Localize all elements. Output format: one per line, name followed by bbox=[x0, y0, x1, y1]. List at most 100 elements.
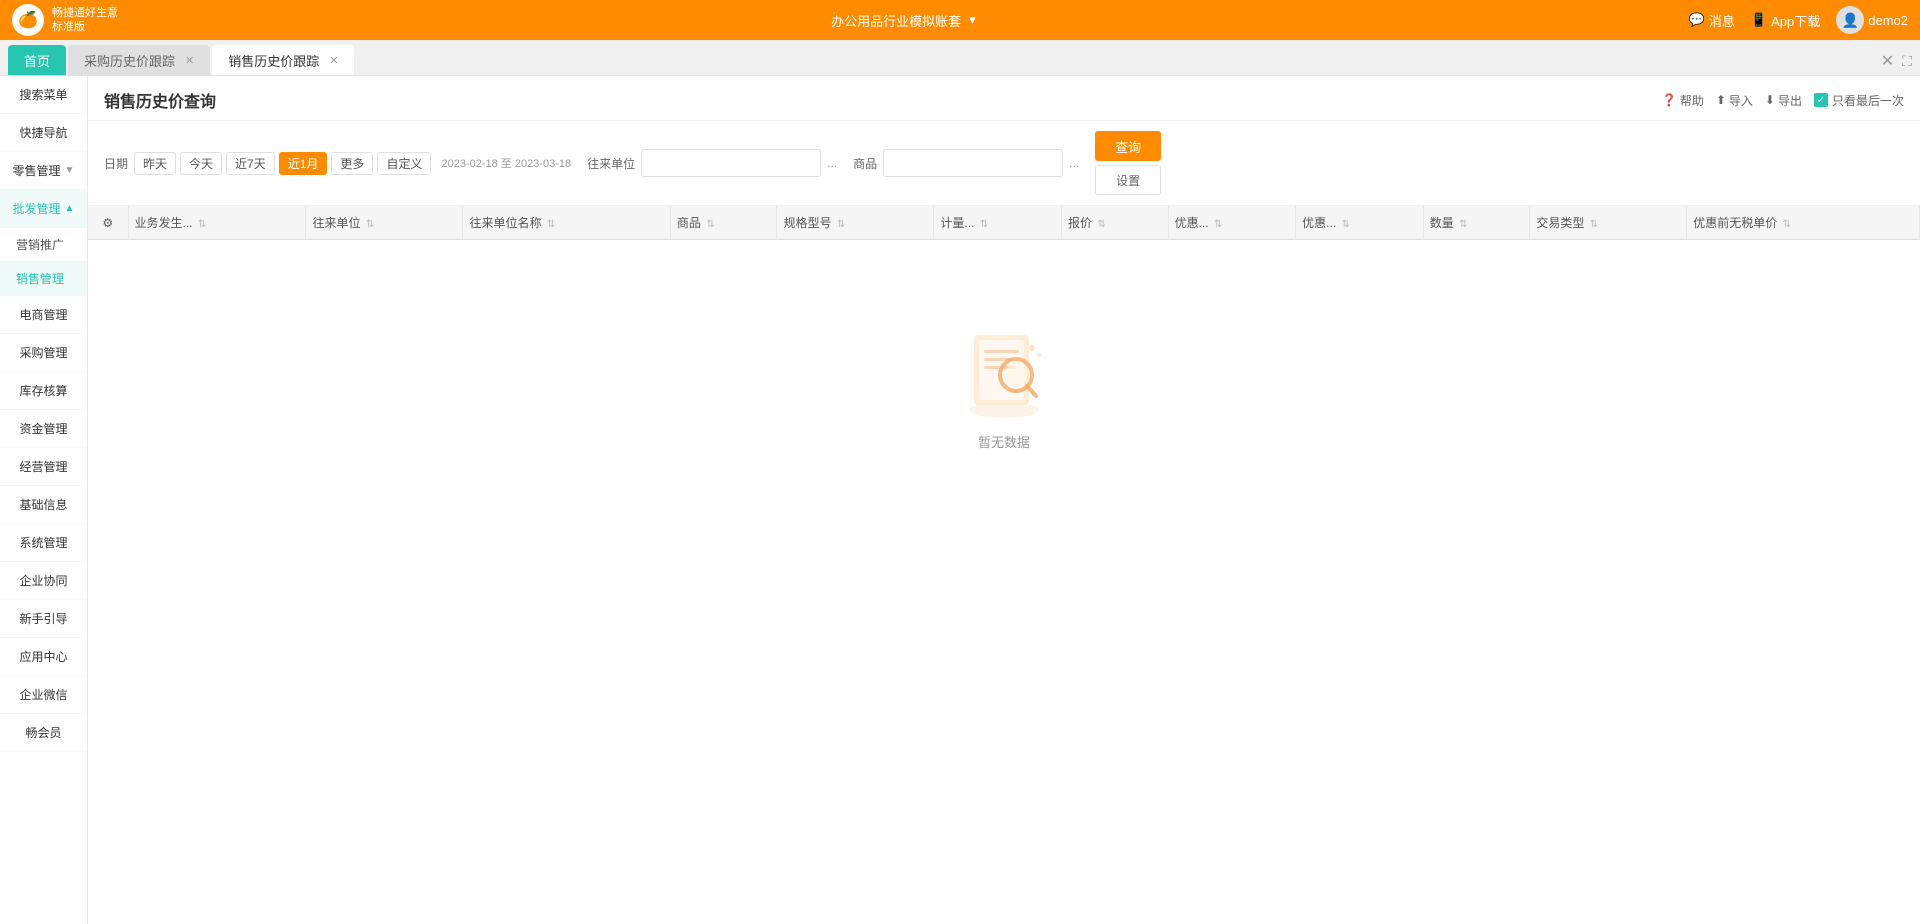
date-options: 昨天 今天 近7天 近1月 更多 自定义 bbox=[134, 152, 431, 175]
content-area: 销售历史价查询 ❓ 帮助 ⬆ 导入 ⬇ 导出 ✓ 只看最后一次 bbox=[88, 76, 1920, 924]
tab-sales-history[interactable]: 销售历史价跟踪 ✕ bbox=[212, 45, 354, 75]
message-icon: 💬 bbox=[1689, 12, 1705, 28]
sidebar-quick-nav-label: 快捷导航 bbox=[19, 124, 67, 141]
app-download-btn[interactable]: 📱 App下载 bbox=[1751, 11, 1820, 30]
empty-state: 暂无数据 bbox=[88, 240, 1920, 531]
chevron-up-icon: ▲ bbox=[65, 203, 75, 214]
settings-btn[interactable]: 设置 bbox=[1095, 165, 1161, 195]
empty-illustration bbox=[954, 320, 1054, 420]
col-partner-name[interactable]: 往来单位名称 ⇅ bbox=[463, 206, 670, 240]
sidebar-item-vip[interactable]: 畅会员 bbox=[0, 714, 87, 752]
sidebar-finance-label: 资金管理 bbox=[19, 420, 67, 437]
date-label: 日期 bbox=[104, 155, 128, 172]
col-quantity[interactable]: 数量 ⇅ bbox=[1423, 206, 1530, 240]
help-btn[interactable]: ❓ 帮助 bbox=[1662, 92, 1704, 109]
sidebar-item-enterprise-collab[interactable]: 企业协同 bbox=[0, 562, 87, 600]
tab-purchase-history-close[interactable]: ✕ bbox=[185, 54, 194, 67]
date-range-text: 2023-02-18 至 2023-03-18 bbox=[441, 155, 571, 171]
tab-purchase-history-label: 采购历史价跟踪 bbox=[84, 51, 175, 70]
sort-icon: ⇅ bbox=[980, 219, 988, 230]
col-discount2[interactable]: 优惠... ⇅ bbox=[1296, 206, 1424, 240]
import-btn[interactable]: ⬆ 导入 bbox=[1716, 92, 1753, 109]
maximize-btn[interactable]: ⛶ bbox=[1902, 53, 1912, 70]
sidebar-item-app-center[interactable]: 应用中心 bbox=[0, 638, 87, 676]
workspace-label[interactable]: 办公用品行业模拟账套 bbox=[831, 11, 961, 30]
partner-input[interactable] bbox=[641, 149, 821, 177]
col-spec[interactable]: 规格型号 ⇅ bbox=[777, 206, 934, 240]
sidebar-item-ecommerce[interactable]: 电商管理 bbox=[0, 296, 87, 334]
sidebar-sales-mgmt-label: 销售管理 bbox=[16, 272, 64, 286]
col-quoted-price[interactable]: 报价 ⇅ bbox=[1062, 206, 1169, 240]
sidebar-item-quick-nav[interactable]: 快捷导航 bbox=[0, 114, 87, 152]
table-header-row: ⚙ 业务发生... ⇅ 往来单位 ⇅ 往来单位名称 ⇅ bbox=[88, 206, 1920, 240]
page-title: 销售历史价查询 bbox=[104, 88, 216, 112]
date-btn-7days[interactable]: 近7天 bbox=[226, 152, 275, 175]
search-btn[interactable]: 查询 bbox=[1095, 131, 1161, 161]
sidebar-operation-label: 经营管理 bbox=[19, 458, 67, 475]
sidebar-item-sales-mgmt[interactable]: 销售管理 bbox=[0, 262, 87, 296]
tab-bar: 首页 采购历史价跟踪 ✕ 销售历史价跟踪 ✕ ✕ ⛶ bbox=[0, 40, 1920, 76]
col-settings[interactable]: ⚙ bbox=[88, 206, 128, 240]
sort-icon: ⇅ bbox=[1342, 219, 1350, 230]
sidebar-item-purchase[interactable]: 采购管理 bbox=[0, 334, 87, 372]
sort-icon: ⇅ bbox=[1214, 219, 1222, 230]
col-goods[interactable]: 商品 ⇅ bbox=[670, 206, 777, 240]
tab-home[interactable]: 首页 bbox=[8, 45, 66, 75]
date-btn-1month[interactable]: 近1月 bbox=[279, 152, 328, 175]
export-btn[interactable]: ⬇ 导出 bbox=[1765, 92, 1802, 109]
date-btn-today[interactable]: 今天 bbox=[180, 152, 222, 175]
sidebar-item-search-menu[interactable]: 搜索菜单 bbox=[0, 76, 87, 114]
sidebar-vip-label: 畅会员 bbox=[25, 724, 61, 741]
tab-purchase-history[interactable]: 采购历史价跟踪 ✕ bbox=[68, 45, 210, 75]
logo-text: 畅捷通好生意 标准版 bbox=[52, 6, 118, 35]
sidebar-item-operation[interactable]: 经营管理 bbox=[0, 448, 87, 486]
filter-bar: 日期 昨天 今天 近7天 近1月 更多 自定义 2023-02-18 至 202… bbox=[88, 121, 1920, 206]
col-trade-type[interactable]: 交易类型 ⇅ bbox=[1530, 206, 1687, 240]
goods-label: 商品 bbox=[853, 155, 877, 172]
date-btn-yesterday[interactable]: 昨天 bbox=[134, 152, 176, 175]
sidebar-search-menu-label: 搜索菜单 bbox=[19, 86, 67, 103]
sidebar-item-enterprise-wechat[interactable]: 企业微信 bbox=[0, 676, 87, 714]
sidebar-item-finance[interactable]: 资金管理 bbox=[0, 410, 87, 448]
sidebar-item-inventory[interactable]: 库存核算 bbox=[0, 372, 87, 410]
col-partner-code[interactable]: 往来单位 ⇅ bbox=[306, 206, 463, 240]
sidebar-basic-info-label: 基础信息 bbox=[19, 496, 67, 513]
sidebar-wholesale-mgmt-label: 批发管理 bbox=[13, 200, 61, 217]
col-discount1[interactable]: 优惠... ⇅ bbox=[1168, 206, 1296, 240]
tab-sales-history-close[interactable]: ✕ bbox=[329, 54, 338, 67]
sort-icon: ⇅ bbox=[366, 219, 374, 230]
col-biz-date[interactable]: 业务发生... ⇅ bbox=[128, 206, 306, 240]
sort-icon: ⇅ bbox=[1590, 219, 1598, 230]
goods-filter-group: 商品 ... bbox=[853, 149, 1079, 177]
sidebar-item-wholesale-mgmt[interactable]: 批发管理 ▲ bbox=[0, 190, 87, 228]
date-btn-more[interactable]: 更多 bbox=[331, 152, 373, 175]
sidebar-item-system[interactable]: 系统管理 bbox=[0, 524, 87, 562]
date-filter-group: 日期 昨天 今天 近7天 近1月 更多 自定义 2023-02-18 至 202… bbox=[104, 152, 571, 175]
logo-area: 🍊 畅捷通好生意 标准版 bbox=[12, 4, 118, 36]
col-pretax-price[interactable]: 优惠前无税单价 ⇅ bbox=[1687, 206, 1920, 240]
help-icon: ❓ bbox=[1662, 93, 1677, 107]
settings-icon: ⚙ bbox=[102, 216, 113, 230]
app-download-icon: 📱 bbox=[1751, 12, 1767, 28]
sidebar-app-center-label: 应用中心 bbox=[19, 648, 67, 665]
goods-input[interactable] bbox=[883, 149, 1063, 177]
dropdown-icon[interactable]: ▾ bbox=[969, 12, 976, 28]
user-area[interactable]: 👤 demo2 bbox=[1836, 6, 1908, 34]
date-btn-custom[interactable]: 自定义 bbox=[377, 152, 431, 175]
only-last-checkbox[interactable]: ✓ 只看最后一次 bbox=[1814, 92, 1904, 109]
message-btn[interactable]: 💬 消息 bbox=[1689, 11, 1735, 30]
sidebar-item-marketing[interactable]: 营销推广 bbox=[0, 228, 87, 262]
sidebar-purchase-label: 采购管理 bbox=[19, 344, 67, 361]
sidebar-item-retail-mgmt[interactable]: 零售管理 ▼ bbox=[0, 152, 87, 190]
sidebar-enterprise-collab-label: 企业协同 bbox=[19, 572, 67, 589]
tab-bar-actions: ✕ ⛶ bbox=[1881, 51, 1912, 75]
sidebar-item-basic-info[interactable]: 基础信息 bbox=[0, 486, 87, 524]
page-header: 销售历史价查询 ❓ 帮助 ⬆ 导入 ⬇ 导出 ✓ 只看最后一次 bbox=[88, 76, 1920, 121]
partner-dots[interactable]: ... bbox=[827, 156, 837, 170]
sort-icon: ⇅ bbox=[1097, 219, 1105, 230]
col-unit[interactable]: 计量... ⇅ bbox=[934, 206, 1062, 240]
sidebar-item-new-guide[interactable]: 新手引导 bbox=[0, 600, 87, 638]
close-all-btn[interactable]: ✕ bbox=[1881, 51, 1894, 71]
goods-dots[interactable]: ... bbox=[1069, 156, 1079, 170]
import-icon: ⬆ bbox=[1716, 93, 1726, 107]
